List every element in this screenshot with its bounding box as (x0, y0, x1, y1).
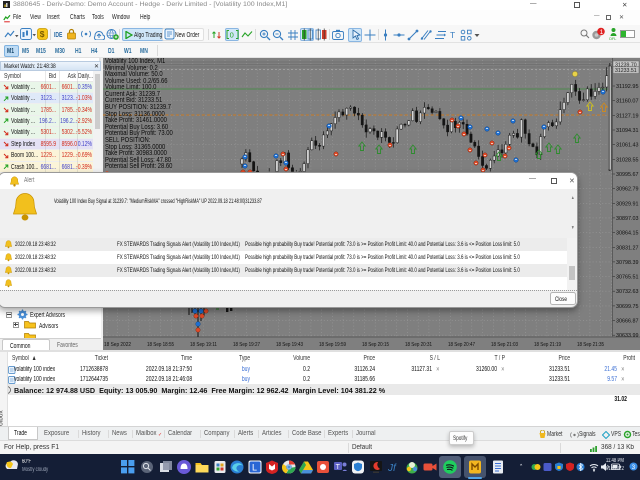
svg-text:31061.43: 31061.43 (616, 143, 639, 149)
svg-text:30831.27: 30831.27 (616, 245, 639, 251)
svg-text:18 Sep 21:35: 18 Sep 21:35 (577, 342, 604, 348)
svg-text:30995.67: 30995.67 (616, 172, 639, 178)
svg-text:31127.19: 31127.19 (616, 113, 639, 119)
svg-text:31233.51: 31233.51 (615, 68, 637, 74)
svg-text:31192.95: 31192.95 (616, 84, 639, 90)
svg-text:0: 0 (230, 31, 234, 40)
svg-text:T: T (336, 464, 341, 471)
svg-text:30962.79: 30962.79 (616, 187, 639, 193)
svg-text:$: $ (40, 29, 45, 39)
svg-text:18 Sep 19:11: 18 Sep 19:11 (190, 342, 217, 348)
svg-text:30765.51: 30765.51 (616, 275, 639, 281)
svg-text:18 Sep 18:55: 18 Sep 18:55 (147, 342, 174, 348)
svg-text:31094.31: 31094.31 (616, 128, 639, 134)
svg-text:30897.03: 30897.03 (616, 216, 639, 222)
svg-text:Jf: Jf (387, 463, 397, 474)
svg-text:30666.87: 30666.87 (616, 319, 639, 325)
svg-text:18 Sep 19:27: 18 Sep 19:27 (233, 342, 260, 348)
svg-text:30633.99: 30633.99 (616, 333, 639, 339)
svg-text:L: L (252, 463, 257, 473)
svg-text:18 Sep 21:03: 18 Sep 21:03 (491, 342, 518, 348)
svg-text:30864.15: 30864.15 (616, 231, 639, 237)
svg-text:30699.75: 30699.75 (616, 304, 639, 310)
svg-text:31160.07: 31160.07 (616, 99, 639, 105)
svg-text:18 Sep 19:59: 18 Sep 19:59 (319, 342, 346, 348)
svg-text:18 Sep 20:31: 18 Sep 20:31 (405, 342, 432, 348)
svg-text:30929.91: 30929.91 (616, 201, 639, 207)
svg-text:18 Sep 19:43: 18 Sep 19:43 (276, 342, 303, 348)
svg-text:18 Sep 2022: 18 Sep 2022 (104, 342, 131, 348)
svg-text:18 Sep 20:47: 18 Sep 20:47 (448, 342, 475, 348)
svg-text:31028.55: 31028.55 (616, 157, 639, 163)
svg-text:18 Sep 20:15: 18 Sep 20:15 (362, 342, 389, 348)
svg-text:DFL: DFL (609, 37, 616, 41)
svg-text:30798.39: 30798.39 (616, 260, 639, 266)
svg-text:18 Sep 21:19: 18 Sep 21:19 (534, 342, 561, 348)
svg-text:30732.63: 30732.63 (616, 289, 639, 295)
svg-text:1: 1 (600, 29, 604, 36)
